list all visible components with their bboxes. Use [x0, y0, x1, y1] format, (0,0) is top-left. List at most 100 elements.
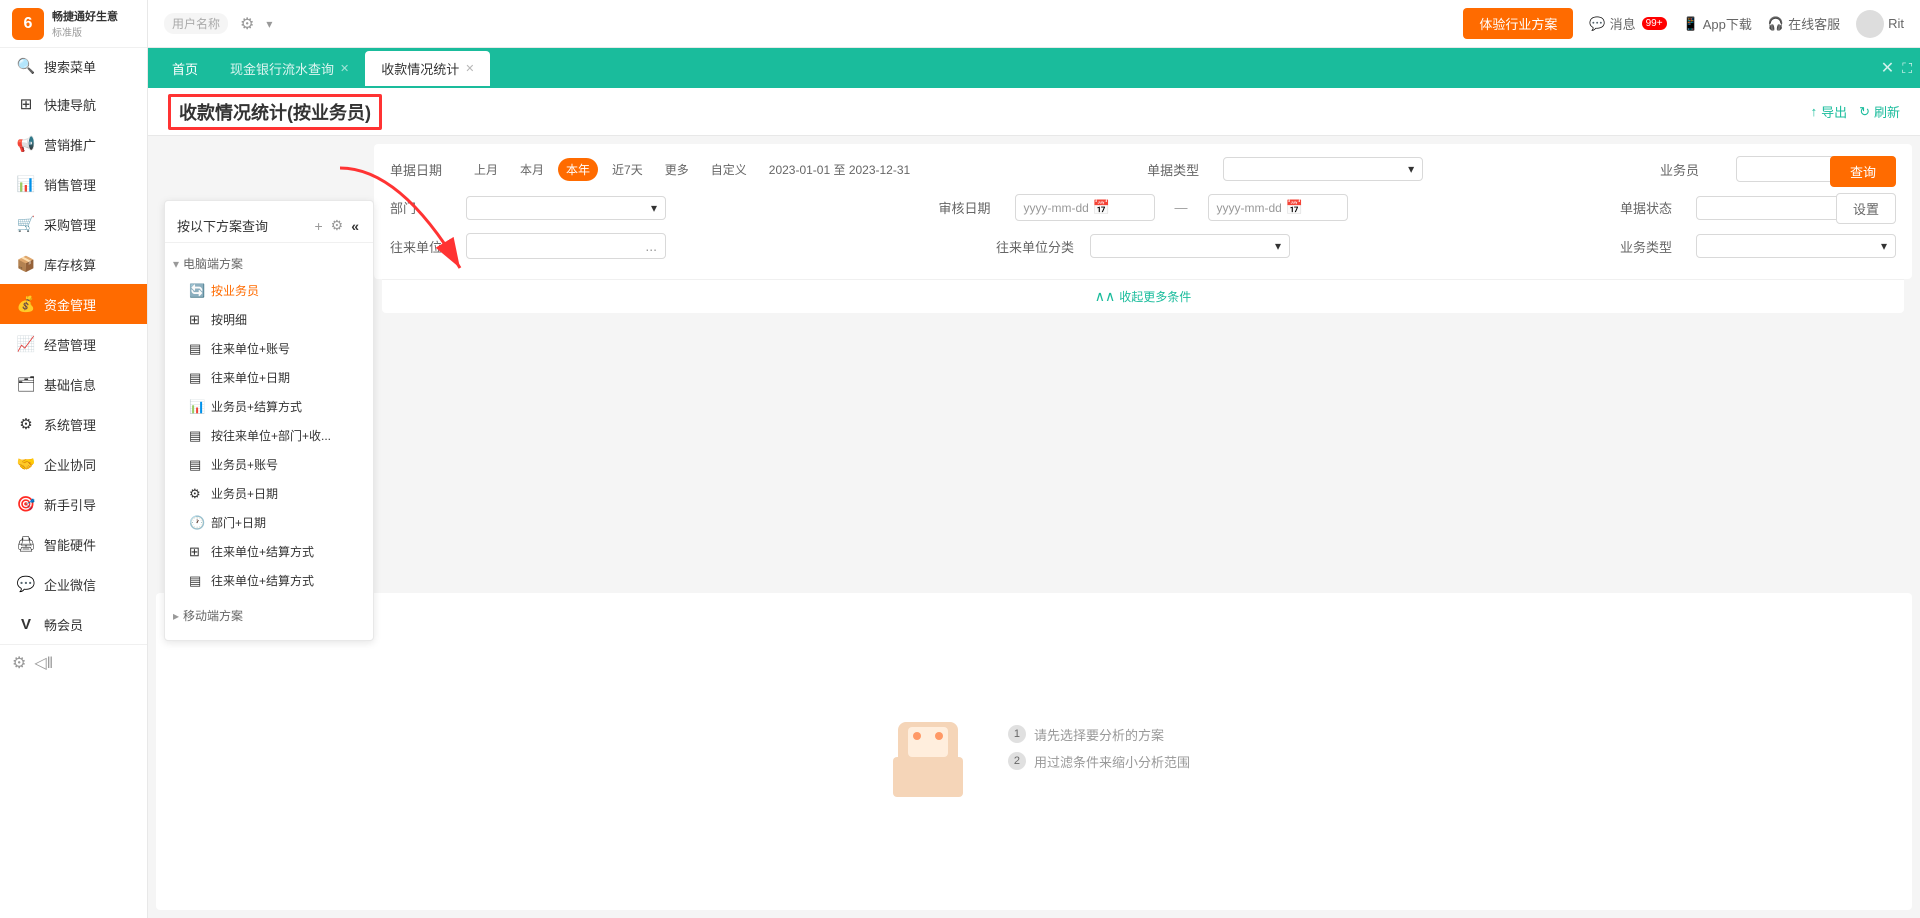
page-title-bar: 收款情况统计(按业务员) ↑ 导出 ↻ 刷新	[148, 88, 1920, 136]
sidebar-item-quick-nav[interactable]: ⊞ 快捷导航	[0, 84, 147, 124]
logo-icon: 6	[12, 8, 44, 40]
tab-bar-close-btn[interactable]: ✕	[1881, 58, 1894, 78]
scheme-item-salesperson-settle[interactable]: 📊 业务员+结算方式	[165, 392, 373, 421]
dept-chevron	[651, 201, 657, 215]
scheme-item-salesperson-date[interactable]: ⚙ 业务员+日期	[165, 479, 373, 508]
scheme-item-unit-dept-collect[interactable]: ▤ 按往来单位+部门+收...	[165, 421, 373, 450]
tab-bar-expand-btn[interactable]: ⛶	[1902, 60, 1912, 77]
doc-type-chevron	[1408, 162, 1414, 176]
logo-text: 畅捷通好生意 标准版	[52, 8, 118, 39]
sidebar-item-system[interactable]: ⚙ 系统管理	[0, 404, 147, 444]
date-tab-more[interactable]: 更多	[657, 158, 697, 181]
tab-close-collection-stats[interactable]: ✕	[465, 62, 474, 75]
headset-icon: 🎧	[1768, 16, 1784, 32]
calendar-icon-to[interactable]: 📅	[1286, 199, 1303, 216]
date-range-display: 2023-01-01 至 2023-12-31	[769, 161, 910, 178]
date-tab-7days[interactable]: 近7天	[604, 158, 651, 181]
scheme-group-desktop-title[interactable]: ▾ 电脑端方案	[165, 251, 373, 276]
messages-btn[interactable]: 💬 消息 99+	[1589, 14, 1666, 33]
scheme-item-by-salesperson[interactable]: 🔄 按业务员	[165, 276, 373, 305]
doc-type-select[interactable]	[1223, 157, 1423, 181]
sidebar-item-finance[interactable]: 💰 资金管理	[0, 284, 147, 324]
scheme-item-by-detail[interactable]: ⊞ 按明细	[165, 305, 373, 334]
scheme-collapse-btn[interactable]: «	[349, 216, 361, 236]
tab-close-bank-flow[interactable]: ✕	[340, 62, 349, 75]
scheme-header: 按以下方案查询 + ⚙ «	[165, 209, 373, 243]
app-download-btn[interactable]: 📱 App下载	[1683, 14, 1752, 33]
filter-row-2: 部门 审核日期 yyyy-mm-dd 📅 — yy	[390, 194, 1896, 221]
scheme-item-dept-date[interactable]: 🕐 部门+日期	[165, 508, 373, 537]
sidebar-item-basic[interactable]: 🗂 基础信息	[0, 364, 147, 404]
date-tab-last-month[interactable]: 上月	[466, 158, 506, 181]
filter-row-1: 单据日期 上月 本月 本年 近7天 更多 自定义 2023-01-01 至 20…	[390, 156, 1896, 182]
date-dash: —	[1175, 200, 1188, 215]
sidebar-item-enterprise[interactable]: 🤝 企业协同	[0, 444, 147, 484]
scheme-group-mobile: ▸ 移动端方案	[165, 599, 373, 632]
filter-area: 按以下方案查询 + ⚙ « ▾ 电脑端方案 🔄	[148, 136, 1920, 593]
scheme-item-unit-date[interactable]: ▤ 往来单位+日期	[165, 363, 373, 392]
salesperson-date-icon: ⚙	[189, 486, 205, 502]
scheme-add-btn[interactable]: +	[312, 216, 324, 236]
tab-bank-flow[interactable]: 现金银行流水查询 ✕	[214, 51, 365, 86]
date-tab-custom[interactable]: 自定义	[703, 158, 755, 181]
biz-type-select[interactable]	[1696, 234, 1896, 258]
dropdown-icon[interactable]: ▾	[266, 17, 272, 31]
tab-collection-stats[interactable]: 收款情况统计 ✕	[365, 51, 490, 86]
sidebar-item-marketing[interactable]: 📢 营销推广	[0, 124, 147, 164]
unit-settle2-icon: ▤	[189, 573, 205, 589]
collapse-bottom-icon[interactable]: ◁‖	[34, 653, 53, 673]
sidebar-item-member[interactable]: V 畅会员	[0, 604, 147, 644]
scheme-settings-btn[interactable]: ⚙	[329, 215, 346, 236]
online-service-btn[interactable]: 🎧 在线客服	[1768, 14, 1840, 33]
robot-illustration	[878, 702, 978, 802]
marketing-icon: 📢	[16, 134, 36, 154]
sidebar-item-guide[interactable]: 🎯 新手引导	[0, 484, 147, 524]
grid-icon: ⊞	[16, 94, 36, 114]
sidebar-item-inventory[interactable]: 📦 库存核算	[0, 244, 147, 284]
message-icon: 💬	[1589, 16, 1605, 32]
collapse-bar[interactable]: ∧∧ 收起更多条件	[382, 279, 1904, 313]
partner-category-label: 往来单位分类	[996, 237, 1074, 256]
gear-header-icon[interactable]: ⚙	[240, 14, 254, 34]
audit-date-to[interactable]: yyyy-mm-dd 📅	[1208, 194, 1348, 221]
scheme-group-mobile-title[interactable]: ▸ 移动端方案	[165, 603, 373, 628]
refresh-icon: ↻	[1859, 104, 1870, 120]
empty-tips: 1 请先选择要分析的方案 2 用过滤条件来缩小分析范围	[1008, 725, 1190, 779]
dept-date-icon: 🕐	[189, 515, 205, 531]
filter-right-buttons: 查询 设置	[1830, 156, 1896, 224]
partner-more-btn[interactable]: ...	[645, 238, 657, 254]
tab-home[interactable]: 首页	[156, 51, 214, 86]
date-tab-this-month[interactable]: 本月	[512, 158, 552, 181]
refresh-button[interactable]: ↻ 刷新	[1859, 102, 1900, 121]
logo-area: 6 畅捷通好生意 标准版	[0, 0, 147, 48]
partner-label: 往来单位	[390, 237, 450, 256]
sidebar-item-search[interactable]: 🔍 搜索菜单	[0, 48, 147, 84]
scheme-item-unit-settle2[interactable]: ▤ 往来单位+结算方式	[165, 566, 373, 595]
sidebar-item-smart-hw[interactable]: 🖨 智能硬件	[0, 524, 147, 564]
calendar-icon-from[interactable]: 📅	[1093, 199, 1110, 216]
settings-bottom-icon[interactable]: ⚙	[12, 653, 26, 673]
export-button[interactable]: ↑ 导出	[1811, 102, 1848, 121]
dept-select[interactable]	[466, 196, 666, 220]
biz-type-chevron	[1881, 239, 1887, 253]
sidebar-item-wechat[interactable]: 💬 企业微信	[0, 564, 147, 604]
wechat-icon: 💬	[16, 574, 36, 594]
unit-date-icon: ▤	[189, 370, 205, 386]
date-tab-this-year[interactable]: 本年	[558, 158, 598, 181]
search-icon: 🔍	[16, 56, 36, 76]
partner-select[interactable]: ...	[466, 233, 666, 259]
trial-button[interactable]: 体验行业方案	[1463, 8, 1573, 39]
scheme-item-salesperson-account[interactable]: ▤ 业务员+账号	[165, 450, 373, 479]
scheme-item-unit-settle1[interactable]: ⊞ 往来单位+结算方式	[165, 537, 373, 566]
settings-button[interactable]: 设置	[1836, 193, 1896, 224]
sidebar-item-sales[interactable]: 📊 销售管理	[0, 164, 147, 204]
scheme-item-unit-account[interactable]: ▤ 往来单位+账号	[165, 334, 373, 363]
audit-date-from[interactable]: yyyy-mm-dd 📅	[1015, 194, 1155, 221]
sidebar-item-operation[interactable]: 📈 经营管理	[0, 324, 147, 364]
partner-category-select[interactable]	[1090, 234, 1290, 258]
page-title: 收款情况统计(按业务员)	[168, 94, 382, 130]
query-button[interactable]: 查询	[1830, 156, 1896, 187]
user-profile[interactable]: Rit	[1856, 10, 1904, 38]
top-header: 用户名称 ⚙ ▾ 体验行业方案 💬 消息 99+ 📱 App下载 🎧 在线客服 …	[148, 0, 1920, 48]
sidebar-item-purchase[interactable]: 🛒 采购管理	[0, 204, 147, 244]
